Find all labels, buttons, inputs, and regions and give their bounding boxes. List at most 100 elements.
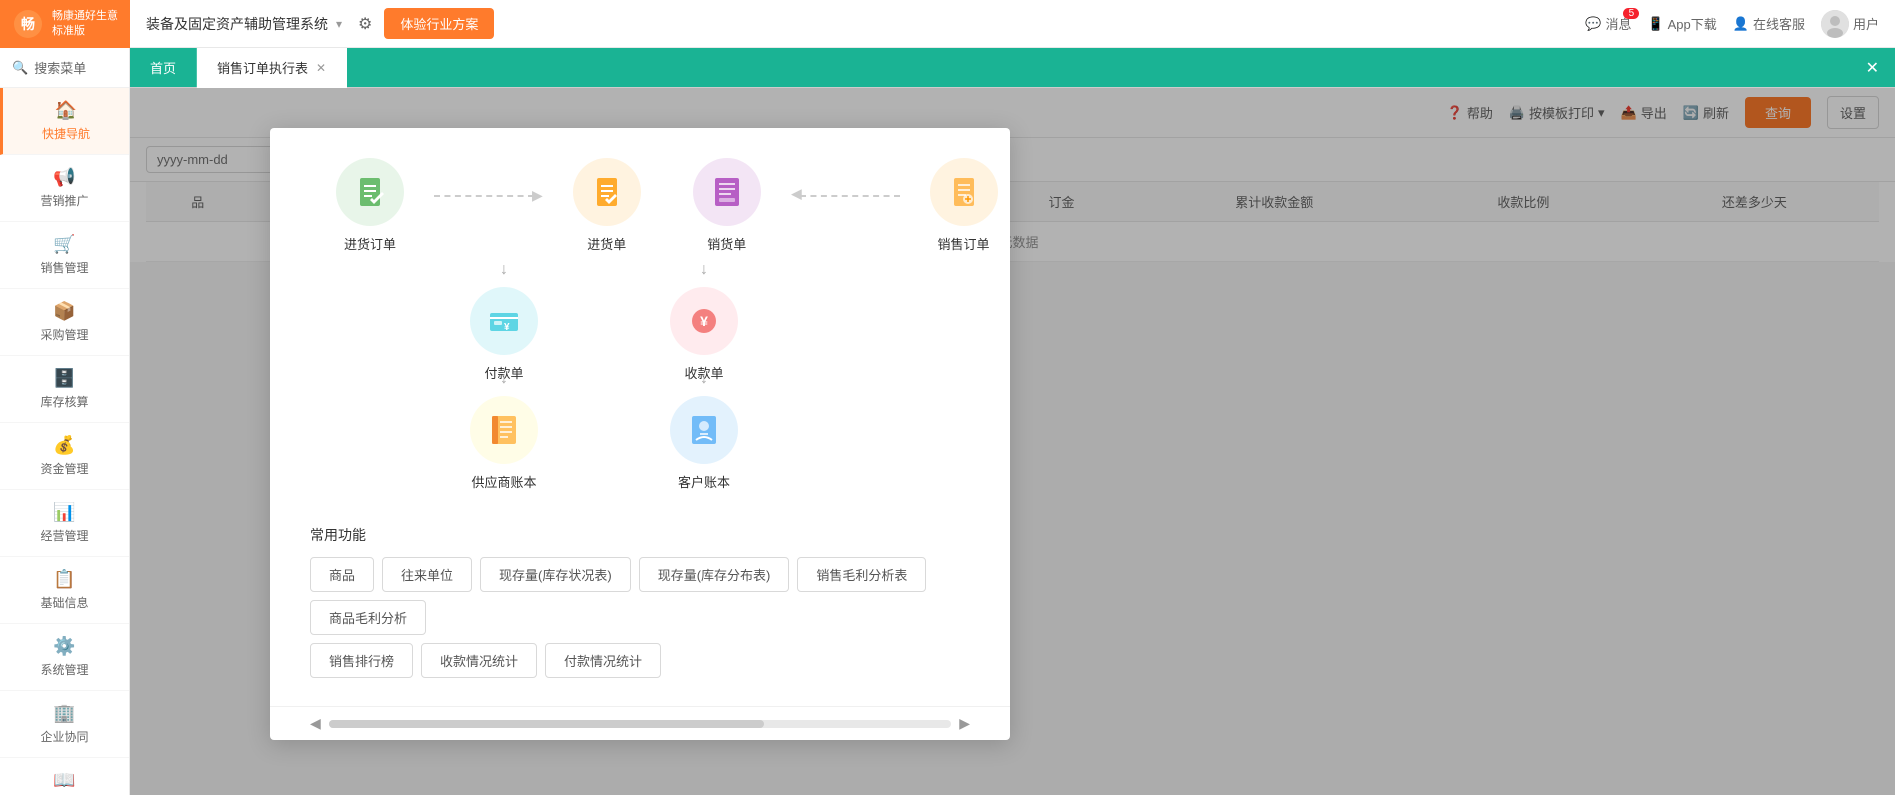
sidebar-item-quick-nav-label: 快捷导航 — [42, 125, 90, 142]
sidebar-item-guide[interactable]: 📖 新手引导 — [0, 758, 129, 795]
customer-ledger-circle — [670, 396, 738, 464]
purchase-bill-circle — [573, 158, 641, 226]
svg-text:畅: 畅 — [21, 16, 35, 32]
trial-button[interactable]: 体验行业方案 — [384, 8, 494, 39]
content-area: 首页 销售订单执行表 ✕ ✕ ❓ 帮助 🖨️ 按模板打印 ▾ — [130, 48, 1895, 795]
payment-bill-circle: ¥ — [470, 287, 538, 355]
sales-order-label: 销售订单 — [938, 234, 990, 253]
flow-node-sales-bill[interactable]: 销货单 — [667, 158, 787, 253]
inventory-icon: 🗄️ — [53, 368, 75, 389]
flow-node-sales-order[interactable]: 销售订单 — [904, 158, 1010, 253]
sidebar-item-system[interactable]: ⚙️ 系统管理 — [0, 624, 129, 691]
flow-row-2: ¥ 付款单 — [310, 287, 970, 382]
cf-button-7[interactable]: 收款情况统计 — [421, 643, 537, 678]
sidebar-item-marketing-label: 营销推广 — [40, 192, 88, 209]
cf-button-4[interactable]: 销售毛利分析表 — [797, 557, 926, 592]
arrow-down-receipt: ↓ — [644, 261, 764, 279]
sidebar-item-inventory[interactable]: 🗄️ 库存核算 — [0, 356, 129, 423]
sales-bill-label: 销货单 — [707, 234, 746, 253]
tab-close-all-button[interactable]: ✕ — [1850, 58, 1895, 78]
guide-icon: 📖 — [53, 770, 75, 791]
arrow-sales-order-to-bill: ▶ — [791, 187, 900, 224]
cf-button-8[interactable]: 付款情况统计 — [545, 643, 661, 678]
sidebar-item-purchase-label: 采购管理 — [40, 326, 88, 343]
logo-text: 畅康通好生意 标准版 — [52, 9, 118, 38]
modal-inner: 进货订单 ▶ — [270, 128, 1010, 706]
sidebar-item-enterprise[interactable]: 🏢 企业协同 — [0, 691, 129, 758]
svg-text:¥: ¥ — [504, 322, 510, 333]
operations-icon: 📊 — [53, 502, 75, 523]
sidebar-item-sales[interactable]: 🛒 销售管理 — [0, 222, 129, 289]
gear-button[interactable]: ⚙ — [358, 14, 372, 34]
tab-home[interactable]: 首页 — [130, 48, 197, 88]
cf-button-0[interactable]: 商品 — [310, 557, 374, 592]
common-functions-title: 常用功能 — [310, 525, 970, 545]
home-icon: 🏠 — [55, 100, 77, 121]
svg-text:¥: ¥ — [700, 313, 708, 329]
sidebar-item-finance[interactable]: 💰 资金管理 — [0, 423, 129, 490]
message-badge: 5 — [1623, 8, 1639, 19]
system-icon: ⚙️ — [53, 636, 75, 657]
scrollbar-track[interactable] — [329, 720, 951, 728]
arrow-down-payment: ↓ — [444, 261, 564, 279]
purchase-order-label: 进货订单 — [344, 234, 396, 253]
cf-button-6[interactable]: 销售排行榜 — [310, 643, 413, 678]
online-service-button[interactable]: 👤 在线客服 — [1733, 14, 1805, 33]
sales-bill-circle — [693, 158, 761, 226]
flow-node-supplier-ledger[interactable]: 供应商账本 — [444, 396, 564, 491]
sidebar-item-inventory-label: 库存核算 — [40, 393, 88, 410]
sidebar-search-label: 搜索菜单 — [34, 58, 86, 77]
main-layout: 🔍 搜索菜单 🏠 快捷导航 📢 营销推广 🛒 销售管理 📦 采购管理 🗄️ 库存… — [0, 48, 1895, 795]
sidebar-item-basic-info[interactable]: 📋 基础信息 — [0, 557, 129, 624]
user-avatar-button[interactable]: 用户 — [1821, 10, 1879, 38]
flow-node-purchase-order[interactable]: 进货订单 — [310, 158, 430, 253]
sidebar-item-operations-label: 经营管理 — [40, 527, 88, 544]
scroll-right-arrow[interactable]: ▶ — [959, 715, 970, 732]
sidebar-item-system-label: 系统管理 — [40, 661, 88, 678]
sidebar: 🔍 搜索菜单 🏠 快捷导航 📢 营销推广 🛒 销售管理 📦 采购管理 🗄️ 库存… — [0, 48, 130, 795]
cf-buttons-row2: 销售排行榜收款情况统计付款情况统计 — [310, 643, 970, 678]
marketing-icon: 📢 — [53, 167, 75, 188]
logo-area: 畅 畅康通好生意 标准版 — [0, 0, 130, 48]
cf-button-3[interactable]: 现存量(库存分布表) — [639, 557, 790, 592]
cf-button-5[interactable]: 商品毛利分析 — [310, 600, 426, 635]
message-button[interactable]: 💬 消息 5 — [1585, 14, 1631, 33]
receipt-bill-circle: ¥ — [670, 287, 738, 355]
flow-node-payment-bill[interactable]: ¥ 付款单 — [444, 287, 564, 382]
tab-sales-orders[interactable]: 销售订单执行表 ✕ — [197, 48, 347, 88]
sidebar-item-quick-nav[interactable]: 🏠 快捷导航 — [0, 88, 129, 155]
modal: 进货订单 ▶ — [270, 128, 1010, 740]
sidebar-item-marketing[interactable]: 📢 营销推广 — [0, 155, 129, 222]
sales-icon: 🛒 — [53, 234, 75, 255]
sidebar-item-sales-label: 销售管理 — [40, 259, 88, 276]
flow-node-customer-ledger[interactable]: 客户账本 — [644, 396, 764, 491]
supplier-ledger-circle — [470, 396, 538, 464]
sidebar-item-operations[interactable]: 📊 经营管理 — [0, 490, 129, 557]
logo-icon: 畅 — [12, 8, 44, 40]
dropdown-arrow-icon[interactable]: ▾ — [336, 17, 342, 31]
common-functions: 常用功能 商品往来单位现存量(库存状况表)现存量(库存分布表)销售毛利分析表商品… — [310, 525, 970, 678]
basic-info-icon: 📋 — [53, 569, 75, 590]
purchase-order-circle — [336, 158, 404, 226]
top-header: 畅 畅康通好生意 标准版 装备及固定资产辅助管理系统 ▾ ⚙ 体验行业方案 💬 … — [0, 0, 1895, 48]
tab-close-icon[interactable]: ✕ — [316, 61, 326, 75]
sidebar-item-basic-info-label: 基础信息 — [40, 594, 88, 611]
supplier-ledger-label: 供应商账本 — [471, 472, 536, 491]
purchase-icon: 📦 — [53, 301, 75, 322]
modal-scrollbar: ◀ ▶ — [270, 706, 1010, 740]
flow-node-purchase-bill[interactable]: 进货单 — [547, 158, 667, 253]
sidebar-search[interactable]: 🔍 搜索菜单 — [0, 48, 129, 88]
app-download-button[interactable]: 📱 App下载 — [1647, 14, 1716, 33]
arrow-purchase-order-to-bill: ▶ — [434, 187, 543, 224]
cf-button-2[interactable]: 现存量(库存状况表) — [480, 557, 631, 592]
overlay[interactable]: 进货订单 ▶ — [130, 88, 1895, 795]
scroll-left-arrow[interactable]: ◀ — [310, 715, 321, 732]
enterprise-icon: 🏢 — [53, 703, 75, 724]
phone-icon: 📱 — [1647, 16, 1663, 32]
system-title: 装备及固定资产辅助管理系统 ▾ — [146, 14, 350, 34]
cf-button-1[interactable]: 往来单位 — [382, 557, 472, 592]
sidebar-item-purchase[interactable]: 📦 采购管理 — [0, 289, 129, 356]
flow-diagram: 进货订单 ▶ — [310, 158, 970, 515]
avatar — [1821, 10, 1849, 38]
flow-node-receipt-bill[interactable]: ¥ 收款单 — [644, 287, 764, 382]
